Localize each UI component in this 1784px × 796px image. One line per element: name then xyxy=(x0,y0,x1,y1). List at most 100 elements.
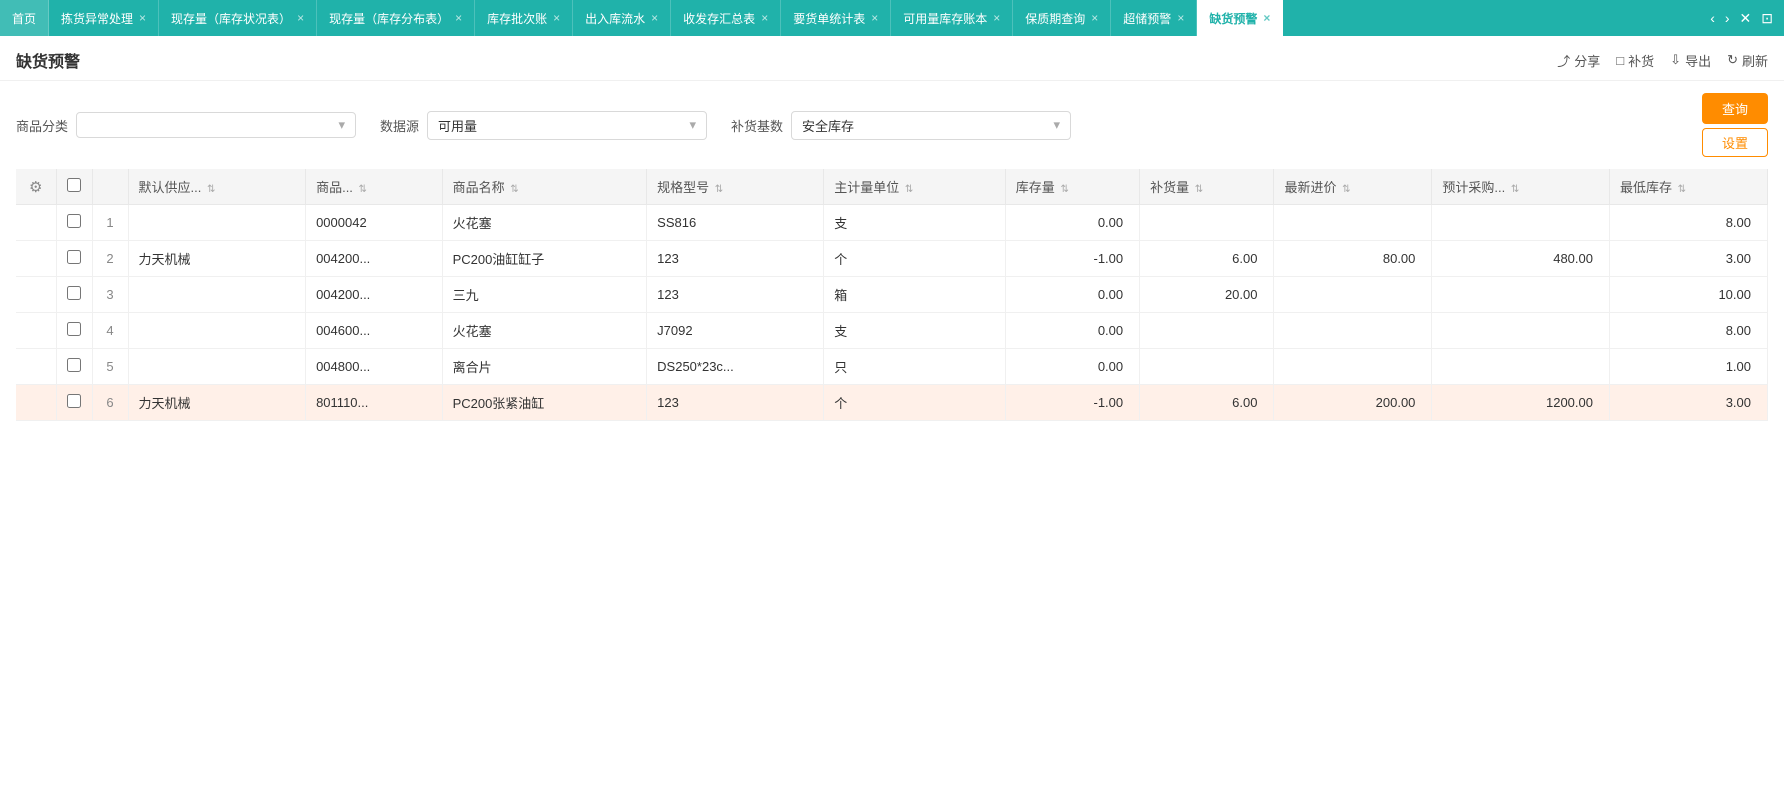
row-latest-price-0 xyxy=(1274,205,1432,241)
th-product-name[interactable]: 商品名称 ⇅ xyxy=(442,169,647,205)
row-checkbox-5[interactable] xyxy=(56,385,92,421)
replenish-base-select[interactable]: 安全库存 ▾ xyxy=(791,111,1071,140)
tab-bar: 首页 拣货异常处理 × 现存量（库存状况表） × 现存量（库存分布表） × 库存… xyxy=(0,0,1784,36)
tab-stock-status[interactable]: 现存量（库存状况表） × xyxy=(159,0,317,36)
th-min-stock[interactable]: 最低库存 ⇅ xyxy=(1609,169,1767,205)
close-tab-exception[interactable]: × xyxy=(139,11,146,25)
table-row: 2力天机械004200...PC200油缸缸子123个-1.006.0080.0… xyxy=(16,241,1768,277)
category-select[interactable]: ▾ xyxy=(76,112,356,138)
th-replenish-qty[interactable]: 补货量 ⇅ xyxy=(1140,169,1274,205)
settings-gear-icon[interactable]: ⚙ xyxy=(29,179,42,196)
query-button[interactable]: 查询 xyxy=(1702,93,1768,124)
tab-batch[interactable]: 库存批次账 × xyxy=(475,0,573,36)
row-spec-2: 123 xyxy=(647,277,824,313)
row-min-stock-4: 1.00 xyxy=(1609,349,1767,385)
tab-scroll-left[interactable]: ‹ xyxy=(1705,10,1720,26)
select-all-checkbox[interactable] xyxy=(67,178,81,192)
tab-summary[interactable]: 收发存汇总表 × xyxy=(671,0,781,36)
tab-expand[interactable]: ⊡ xyxy=(1756,10,1778,27)
refresh-button[interactable]: ↻ 刷新 xyxy=(1727,51,1768,70)
close-tab-stock-dist[interactable]: × xyxy=(455,11,462,25)
tab-nav-controls: ‹ › ✕ ⊡ xyxy=(1699,10,1784,27)
row-code-2: 004200... xyxy=(306,277,442,313)
row-spec-3: J7092 xyxy=(647,313,824,349)
close-tab-available[interactable]: × xyxy=(993,11,1000,25)
row-name-5: PC200张紧油缸 xyxy=(442,385,647,421)
tab-available[interactable]: 可用量库存账本 × xyxy=(891,0,1013,36)
table-row: 6力天机械801110...PC200张紧油缸123个-1.006.00200.… xyxy=(16,385,1768,421)
row-min-stock-3: 8.00 xyxy=(1609,313,1767,349)
tab-stock-dist[interactable]: 现存量（库存分布表） × xyxy=(317,0,475,36)
close-tab-summary[interactable]: × xyxy=(761,11,768,25)
th-product-code[interactable]: 商品... ⇅ xyxy=(306,169,442,205)
th-spec[interactable]: 规格型号 ⇅ xyxy=(647,169,824,205)
replenish-icon: □ xyxy=(1616,53,1624,68)
tab-close-current[interactable]: ✕ xyxy=(1735,10,1757,27)
row-check-0[interactable] xyxy=(67,214,81,228)
row-checkbox-2[interactable] xyxy=(56,277,92,313)
close-tab-stock-status[interactable]: × xyxy=(297,11,304,25)
page-title: 缺货预警 xyxy=(16,48,80,72)
tab-overstock[interactable]: 超储预警 × xyxy=(1111,0,1197,36)
close-tab-overstock[interactable]: × xyxy=(1177,11,1184,25)
tab-inout[interactable]: 出入库流水 × xyxy=(573,0,671,36)
main-content: 缺货预警 ⤴ 分享 □ 补货 ⇩ 导出 ↻ 刷新 商品分类 xyxy=(0,36,1784,796)
th-seq xyxy=(92,169,128,205)
table-row: 10000042火花塞SS816支0.008.00 xyxy=(16,205,1768,241)
row-supplier-0 xyxy=(128,205,306,241)
row-seq-0: 1 xyxy=(92,205,128,241)
row-est-purchase-1: 480.00 xyxy=(1432,241,1610,277)
row-replenish-qty-5: 6.00 xyxy=(1140,385,1274,421)
th-latest-price[interactable]: 最新进价 ⇅ xyxy=(1274,169,1432,205)
share-button[interactable]: ⤴ 分享 xyxy=(1557,51,1600,70)
th-unit[interactable]: 主计量单位 ⇅ xyxy=(824,169,1006,205)
close-tab-expiry[interactable]: × xyxy=(1091,11,1098,25)
row-check-2[interactable] xyxy=(67,286,81,300)
th-est-purchase[interactable]: 预计采购... ⇅ xyxy=(1432,169,1610,205)
close-tab-shortage[interactable]: × xyxy=(1263,11,1270,25)
sort-est-icon: ⇅ xyxy=(1511,184,1519,195)
row-code-3: 004600... xyxy=(306,313,442,349)
category-filter-group: 商品分类 ▾ xyxy=(16,112,356,138)
row-name-1: PC200油缸缸子 xyxy=(442,241,647,277)
tab-expiry[interactable]: 保质期查询 × xyxy=(1013,0,1111,36)
tab-demand[interactable]: 要货单统计表 × xyxy=(781,0,891,36)
row-checkbox-4[interactable] xyxy=(56,349,92,385)
row-latest-price-1: 80.00 xyxy=(1274,241,1432,277)
row-checkbox-1[interactable] xyxy=(56,241,92,277)
close-tab-demand[interactable]: × xyxy=(871,11,878,25)
row-check-5[interactable] xyxy=(67,394,81,408)
th-stock[interactable]: 库存量 ⇅ xyxy=(1005,169,1139,205)
row-check-1[interactable] xyxy=(67,250,81,264)
tab-scroll-right[interactable]: › xyxy=(1720,10,1735,26)
row-check-4[interactable] xyxy=(67,358,81,372)
row-spec-5: 123 xyxy=(647,385,824,421)
close-tab-batch[interactable]: × xyxy=(553,11,560,25)
row-seq-4: 5 xyxy=(92,349,128,385)
row-check-3[interactable] xyxy=(67,322,81,336)
export-button[interactable]: ⇩ 导出 xyxy=(1670,51,1711,70)
row-stock-1: -1.00 xyxy=(1005,241,1139,277)
row-stock-4: 0.00 xyxy=(1005,349,1139,385)
th-settings[interactable]: ⚙ xyxy=(16,169,56,205)
datasource-select[interactable]: 可用量 ▾ xyxy=(427,111,707,140)
table-body: 10000042火花塞SS816支0.008.002力天机械004200...P… xyxy=(16,205,1768,421)
tab-shortage[interactable]: 缺货预警 × xyxy=(1197,0,1283,36)
th-supplier[interactable]: 默认供应... ⇅ xyxy=(128,169,306,205)
page-header: 缺货预警 ⤴ 分享 □ 补货 ⇩ 导出 ↻ 刷新 xyxy=(0,36,1784,81)
table-row: 3004200...三九123箱0.0020.0010.00 xyxy=(16,277,1768,313)
close-tab-inout[interactable]: × xyxy=(651,11,658,25)
row-unit-5: 个 xyxy=(824,385,1006,421)
table-wrapper: ⚙ 默认供应... ⇅ 商品... ⇅ 商品名称 xyxy=(0,169,1784,421)
tab-exception[interactable]: 拣货异常处理 × xyxy=(49,0,159,36)
tab-home[interactable]: 首页 xyxy=(0,0,49,36)
row-replenish-qty-2: 20.00 xyxy=(1140,277,1274,313)
th-checkbox[interactable] xyxy=(56,169,92,205)
row-code-4: 004800... xyxy=(306,349,442,385)
row-checkbox-3[interactable] xyxy=(56,313,92,349)
settings-button[interactable]: 设置 xyxy=(1702,128,1768,157)
export-icon: ⇩ xyxy=(1670,52,1681,68)
row-checkbox-0[interactable] xyxy=(56,205,92,241)
row-replenish-qty-1: 6.00 xyxy=(1140,241,1274,277)
replenish-button[interactable]: □ 补货 xyxy=(1616,51,1654,70)
